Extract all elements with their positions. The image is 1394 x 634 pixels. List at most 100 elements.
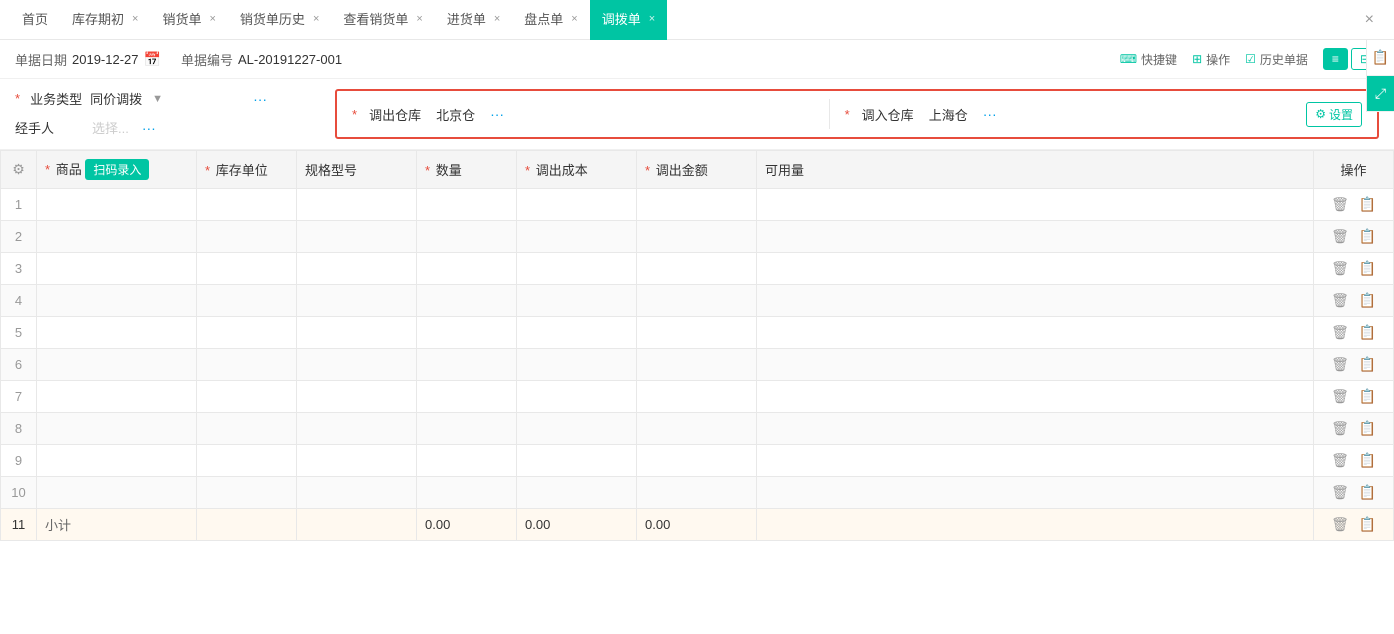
unit-cell[interactable] [197, 445, 297, 477]
tab-view-sales[interactable]: 查看销货单 × [331, 0, 434, 40]
unit-cell[interactable] [197, 253, 297, 285]
cost-cell[interactable] [517, 445, 637, 477]
cost-cell[interactable] [517, 413, 637, 445]
unit-cell[interactable] [197, 381, 297, 413]
spec-cell[interactable] [297, 445, 417, 477]
unit-cell[interactable] [197, 413, 297, 445]
row-delete-btn[interactable]: 🗑 [1331, 356, 1349, 372]
cost-cell[interactable] [517, 285, 637, 317]
unit-cell[interactable] [197, 189, 297, 221]
tab-close-transfer-order[interactable]: × [649, 13, 655, 25]
cost-cell[interactable] [517, 381, 637, 413]
cost-cell[interactable] [517, 221, 637, 253]
amount-cell[interactable] [637, 445, 757, 477]
product-cell[interactable] [37, 221, 197, 253]
amount-cell[interactable] [637, 189, 757, 221]
tab-close-purchase-order[interactable]: × [494, 13, 500, 25]
quantity-cell[interactable] [417, 349, 517, 381]
product-cell[interactable] [37, 189, 197, 221]
row-delete-btn[interactable]: 🗑 [1331, 260, 1349, 276]
quantity-cell[interactable] [417, 317, 517, 349]
quantity-cell[interactable] [417, 381, 517, 413]
spec-cell[interactable] [297, 253, 417, 285]
biz-type-more-btn[interactable]: ··· [248, 91, 272, 107]
amount-cell[interactable] [637, 285, 757, 317]
row-copy-btn[interactable]: 📋 [1358, 356, 1375, 372]
tab-close-sales-order[interactable]: × [209, 13, 215, 25]
unit-cell[interactable] [197, 221, 297, 253]
cost-cell[interactable] [517, 317, 637, 349]
product-cell[interactable] [37, 413, 197, 445]
window-close-button[interactable]: × [1355, 11, 1384, 29]
tab-close-sales-history[interactable]: × [313, 13, 319, 25]
row-delete-btn[interactable]: 🗑 [1331, 484, 1349, 500]
tab-inventory-check[interactable]: 盘点单 × [512, 0, 589, 40]
tab-sales-order[interactable]: 销货单 × [150, 0, 227, 40]
product-cell[interactable] [37, 285, 197, 317]
product-cell[interactable] [37, 349, 197, 381]
row-delete-btn[interactable]: 🗑 [1331, 388, 1349, 404]
history-button[interactable]: ☑ 历史单据 [1245, 51, 1308, 68]
tab-close-inventory-check[interactable]: × [571, 13, 577, 25]
product-cell[interactable] [37, 317, 197, 349]
spec-cell[interactable] [297, 381, 417, 413]
quantity-cell[interactable] [417, 413, 517, 445]
product-cell[interactable] [37, 445, 197, 477]
row-copy-btn[interactable]: 📋 [1358, 260, 1375, 276]
amount-cell[interactable] [637, 221, 757, 253]
amount-cell[interactable] [637, 253, 757, 285]
quantity-cell[interactable] [417, 445, 517, 477]
scan-btn[interactable]: 扫码录入 [85, 159, 149, 180]
handler-placeholder[interactable]: 选择... [92, 118, 129, 137]
cost-cell[interactable] [517, 253, 637, 285]
spec-cell[interactable] [297, 413, 417, 445]
row-delete-btn[interactable]: 🗑 [1331, 324, 1349, 340]
tab-close-inventory-init[interactable]: × [132, 13, 138, 25]
spec-cell[interactable] [297, 221, 417, 253]
row-copy-btn[interactable]: 📋 [1358, 420, 1375, 436]
cost-cell[interactable] [517, 477, 637, 509]
biz-type-dropdown-arrow[interactable]: ▼ [152, 93, 163, 105]
tab-transfer-order[interactable]: 调拨单 × [590, 0, 667, 40]
unit-cell[interactable] [197, 349, 297, 381]
unit-cell[interactable] [197, 317, 297, 349]
handler-more-btn[interactable]: ··· [137, 120, 161, 136]
quantity-cell[interactable] [417, 253, 517, 285]
tab-purchase-order[interactable]: 进货单 × [435, 0, 512, 40]
row-delete-btn[interactable]: 🗑 [1331, 228, 1349, 244]
tab-close-view-sales[interactable]: × [416, 13, 422, 25]
row-copy-btn[interactable]: 📋 [1358, 228, 1375, 244]
row-copy-btn[interactable]: 📋 [1358, 484, 1375, 500]
tab-inventory-init[interactable]: 库存期初 × [60, 0, 150, 40]
row-delete-btn[interactable]: 🗑 [1331, 452, 1349, 468]
quantity-cell[interactable] [417, 477, 517, 509]
amount-cell[interactable] [637, 381, 757, 413]
quantity-cell[interactable] [417, 189, 517, 221]
row-delete-btn[interactable]: 🗑 [1331, 292, 1349, 308]
tab-home[interactable]: 首页 [10, 0, 60, 40]
row-copy-btn[interactable]: 📋 [1358, 452, 1375, 468]
row-delete-btn[interactable]: 🗑 [1331, 516, 1349, 532]
row-copy-btn[interactable]: 📋 [1358, 516, 1375, 532]
unit-cell[interactable] [197, 477, 297, 509]
spec-cell[interactable] [297, 477, 417, 509]
spec-cell[interactable] [297, 317, 417, 349]
operation-button[interactable]: ⊞ 操作 [1192, 51, 1230, 68]
row-copy-btn[interactable]: 📋 [1358, 388, 1375, 404]
sidebar-expand[interactable]: ⤢ [1367, 76, 1394, 112]
out-warehouse-more-btn[interactable]: ··· [485, 106, 509, 122]
spec-cell[interactable] [297, 189, 417, 221]
calendar-icon[interactable]: 📅 [144, 51, 161, 68]
spec-cell[interactable] [297, 285, 417, 317]
cost-cell[interactable] [517, 189, 637, 221]
tab-sales-history[interactable]: 销货单历史 × [228, 0, 331, 40]
amount-cell[interactable] [637, 413, 757, 445]
row-delete-btn[interactable]: 🗑 [1331, 196, 1349, 212]
quantity-cell[interactable] [417, 285, 517, 317]
row-copy-btn[interactable]: 📋 [1358, 196, 1375, 212]
product-cell[interactable] [37, 477, 197, 509]
amount-cell[interactable] [637, 477, 757, 509]
layout-btn-1[interactable]: ≡ [1323, 48, 1348, 70]
sidebar-list-view[interactable]: 📋 [1367, 40, 1394, 76]
product-cell[interactable] [37, 253, 197, 285]
